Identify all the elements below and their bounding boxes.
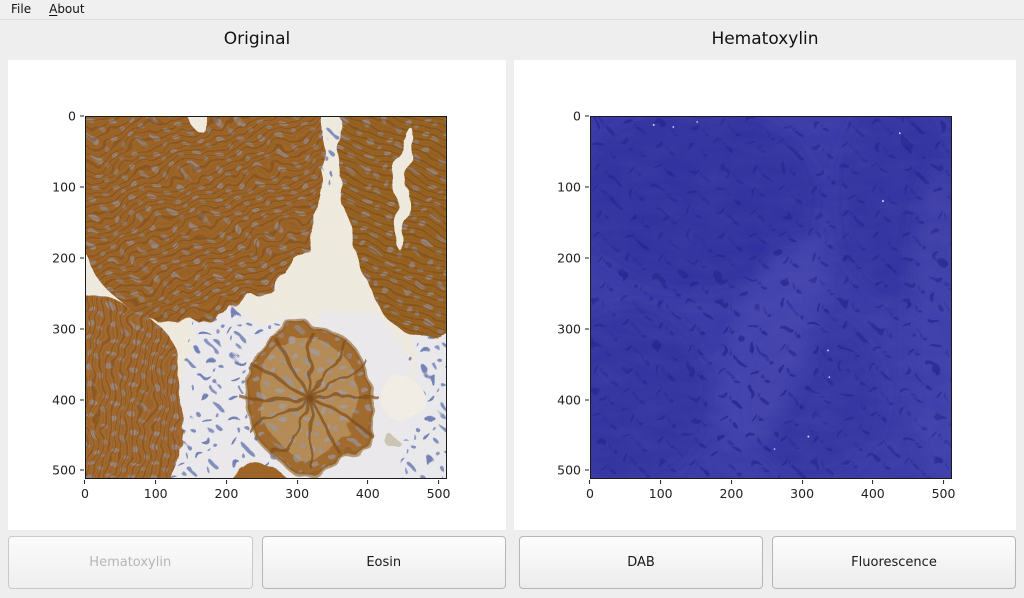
panel-titles: Original Hematoxylin (0, 20, 1024, 56)
hematoxylin-y-axis: 0 100 200 300 400 500 (543, 109, 589, 479)
dab-button[interactable]: DAB (519, 536, 763, 589)
y-tick-500: 500 (557, 463, 589, 478)
hematoxylin-channel-image (591, 117, 951, 478)
original-y-axis: 0 100 200 300 400 500 (38, 109, 84, 479)
x-tick-0: 0 (586, 480, 594, 501)
y-tick-500: 500 (52, 463, 84, 478)
y-tick-0: 0 (68, 109, 84, 124)
plot-panels: 0 100 200 300 400 500 0 100 200 300 400 500 (0, 60, 1024, 530)
eosin-button-label: Eosin (366, 555, 402, 570)
y-tick-400: 400 (557, 392, 589, 407)
stain-button-bar: Hematoxylin Eosin DAB Fluorescence (0, 536, 1024, 589)
menu-about-rest: bout (57, 1, 85, 16)
original-title: Original (223, 29, 291, 49)
y-tick-100: 100 (557, 179, 589, 194)
y-tick-0: 0 (573, 109, 589, 124)
original-image (85, 116, 447, 479)
hematoxylin-plot: 0 100 200 300 400 500 0 100 200 300 400 500 (557, 109, 955, 502)
menu-file[interactable]: File (2, 0, 40, 20)
x-tick-300: 300 (790, 480, 814, 501)
dab-button-label: DAB (627, 555, 655, 570)
y-tick-300: 300 (557, 321, 589, 336)
x-tick-400: 400 (861, 480, 885, 501)
original-x-axis: 0 100 200 300 400 500 (81, 480, 450, 504)
hematoxylin-button-label: Hematoxylin (89, 555, 172, 570)
hematoxylin-x-axis: 0 100 200 300 400 500 (586, 480, 955, 504)
original-panel: 0 100 200 300 400 500 0 100 200 300 400 500 (8, 60, 506, 530)
menu-about[interactable]: About (40, 0, 94, 20)
x-tick-400: 400 (356, 480, 380, 501)
x-tick-100: 100 (144, 480, 168, 501)
original-plot: 0 100 200 300 400 500 0 100 200 300 400 500 (52, 109, 450, 502)
fluorescence-button-label: Fluorescence (851, 555, 937, 570)
eosin-button[interactable]: Eosin (261, 536, 506, 589)
app-window: File About Original Hematoxylin 0 100 20… (0, 0, 1024, 589)
x-tick-500: 500 (932, 480, 955, 501)
y-tick-200: 200 (557, 250, 589, 265)
hematoxylin-title: Hematoxylin (711, 29, 819, 49)
menu-bar: File About (0, 0, 1024, 20)
y-tick-400: 400 (52, 392, 84, 407)
x-tick-300: 300 (285, 480, 309, 501)
x-tick-0: 0 (81, 480, 89, 501)
left-button-group: Hematoxylin Eosin (8, 536, 506, 589)
y-tick-300: 300 (52, 321, 84, 336)
right-button-group: DAB Fluorescence (514, 536, 1016, 589)
original-histology-image (86, 117, 446, 478)
hematoxylin-image (590, 116, 952, 479)
x-tick-100: 100 (649, 480, 673, 501)
hematoxylin-button[interactable]: Hematoxylin (8, 536, 253, 589)
x-tick-200: 200 (719, 480, 743, 501)
hematoxylin-panel: 0 100 200 300 400 500 0 100 200 300 400 500 (514, 60, 1016, 530)
x-tick-500: 500 (427, 480, 450, 501)
x-tick-200: 200 (214, 480, 238, 501)
y-tick-100: 100 (52, 179, 84, 194)
y-tick-200: 200 (52, 250, 84, 265)
fluorescence-button[interactable]: Fluorescence (772, 536, 1016, 589)
